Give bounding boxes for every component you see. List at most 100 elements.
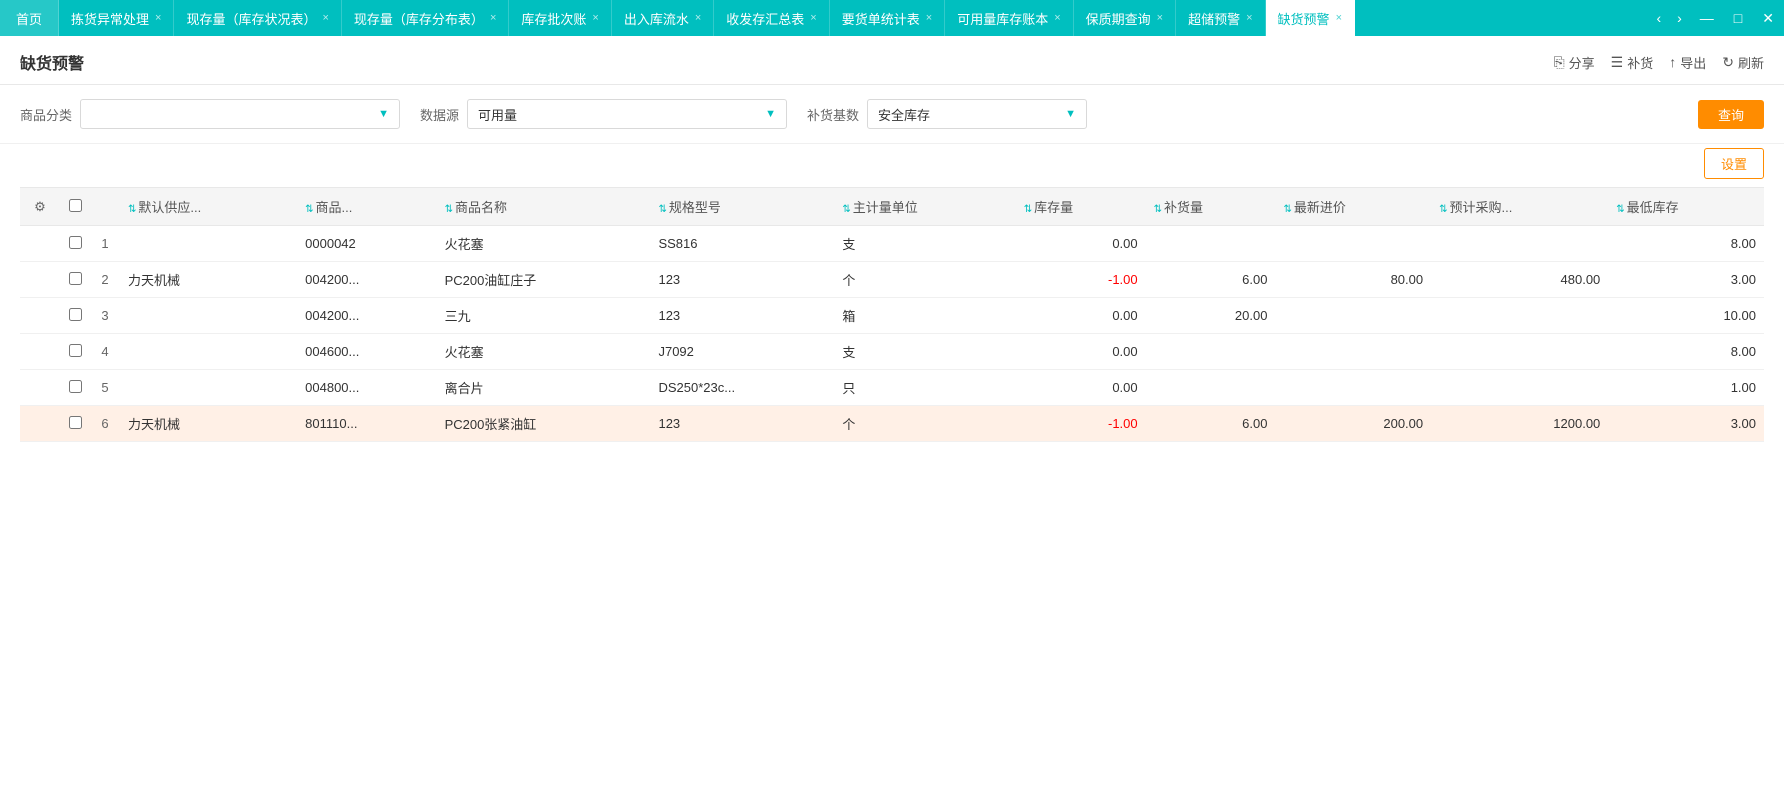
- tab-inventory-dist-close[interactable]: ×: [490, 12, 496, 24]
- window-maximize[interactable]: □: [1724, 0, 1752, 36]
- row-checkbox-cell[interactable]: [60, 226, 90, 262]
- row-checkbox-cell[interactable]: [60, 406, 90, 442]
- col-spec[interactable]: ⇅规格型号: [650, 188, 834, 226]
- sort-min-stock-icon: ⇅: [1616, 204, 1624, 215]
- col-replenish[interactable]: ⇅补货量: [1146, 188, 1276, 226]
- sort-spec-icon: ⇅: [658, 204, 666, 215]
- restock-select-value: 安全库存: [878, 105, 930, 124]
- tab-home[interactable]: 首页: [0, 0, 59, 36]
- row-checkbox[interactable]: [69, 272, 82, 285]
- datasource-label: 数据源: [420, 105, 459, 124]
- col-unit[interactable]: ⇅主计量单位: [834, 188, 1015, 226]
- col-est-purchase[interactable]: ⇅预计采购...: [1431, 188, 1608, 226]
- sort-latest-price-icon: ⇅: [1283, 204, 1291, 215]
- data-table-container: ⚙ ⇅默认供应... ⇅商品... ⇅商品名称 ⇅规格型号 ⇅主计量单位 ⇅库存…: [0, 187, 1784, 442]
- tab-inventory-dist-label: 现存量（库存分布表）: [354, 9, 484, 28]
- row-gear-cell: [20, 334, 60, 370]
- row-latest-price: [1275, 298, 1431, 334]
- tab-inout[interactable]: 出入库流水 ×: [612, 0, 714, 36]
- replenish-button[interactable]: ☰ 补货: [1611, 53, 1654, 72]
- replenish-label: 补货: [1627, 53, 1653, 72]
- row-latest-price: [1275, 226, 1431, 262]
- datasource-select-value: 可用量: [478, 105, 517, 124]
- tab-available-close[interactable]: ×: [1054, 12, 1060, 24]
- table-row[interactable]: 10000042火花塞SS816支0.008.00: [20, 226, 1764, 262]
- col-gear[interactable]: ⚙: [20, 188, 60, 226]
- row-stock: 0.00: [1016, 298, 1146, 334]
- nav-arrow-left[interactable]: ‹: [1648, 0, 1669, 36]
- tab-summary-label: 收发存汇总表: [726, 9, 804, 28]
- tab-inventory-status-close[interactable]: ×: [322, 12, 328, 24]
- row-supplier: [120, 226, 297, 262]
- col-min-stock[interactable]: ⇅最低库存: [1608, 188, 1764, 226]
- query-button[interactable]: 查询: [1698, 100, 1764, 129]
- row-checkbox-cell[interactable]: [60, 262, 90, 298]
- row-checkbox[interactable]: [69, 344, 82, 357]
- shortage-table: ⚙ ⇅默认供应... ⇅商品... ⇅商品名称 ⇅规格型号 ⇅主计量单位 ⇅库存…: [20, 187, 1764, 442]
- table-row[interactable]: 6力天机械801110...PC200张紧油缸123个-1.006.00200.…: [20, 406, 1764, 442]
- tab-inventory-status[interactable]: 现存量（库存状况表） ×: [174, 0, 341, 36]
- table-row[interactable]: 4004600...火花塞J7092支0.008.00: [20, 334, 1764, 370]
- tab-picking[interactable]: 拣货异常处理 ×: [59, 0, 174, 36]
- tab-order-stats-close[interactable]: ×: [926, 12, 932, 24]
- row-checkbox[interactable]: [69, 236, 82, 249]
- export-button[interactable]: ↑ 导出: [1669, 53, 1706, 72]
- window-close[interactable]: ✕: [1752, 0, 1784, 36]
- tab-shortage-close[interactable]: ×: [1336, 12, 1342, 24]
- row-unit: 个: [834, 406, 1015, 442]
- col-stock[interactable]: ⇅库存量: [1016, 188, 1146, 226]
- tab-expiry-close[interactable]: ×: [1157, 12, 1163, 24]
- tab-summary-close[interactable]: ×: [810, 12, 816, 24]
- category-select[interactable]: ▼: [80, 99, 400, 129]
- row-checkbox[interactable]: [69, 380, 82, 393]
- row-name: 离合片: [437, 370, 651, 406]
- table-row[interactable]: 3004200...三九123箱0.0020.0010.00: [20, 298, 1764, 334]
- tab-shortage-label: 缺货预警: [1278, 9, 1330, 28]
- refresh-button[interactable]: ↻ 刷新: [1722, 53, 1764, 72]
- datasource-select[interactable]: 可用量 ▼: [467, 99, 787, 129]
- row-stock: 0.00: [1016, 370, 1146, 406]
- tab-expiry[interactable]: 保质期查询 ×: [1074, 0, 1176, 36]
- col-checkbox-header[interactable]: [60, 188, 90, 226]
- col-code[interactable]: ⇅商品...: [297, 188, 436, 226]
- share-button[interactable]: ⎘ 分享: [1553, 53, 1594, 72]
- table-row[interactable]: 2力天机械004200...PC200油缸庄子123个-1.006.0080.0…: [20, 262, 1764, 298]
- nav-arrow-right[interactable]: ›: [1669, 0, 1690, 36]
- tab-overstock-close[interactable]: ×: [1246, 12, 1252, 24]
- tab-available[interactable]: 可用量库存账本 ×: [945, 0, 1073, 36]
- restock-select[interactable]: 安全库存 ▼: [867, 99, 1087, 129]
- row-latest-price: 200.00: [1275, 406, 1431, 442]
- nav-arrow-controls: ‹ › — □ ✕: [1648, 0, 1784, 36]
- row-est-purchase: 1200.00: [1431, 406, 1608, 442]
- table-row[interactable]: 5004800...离合片DS250*23c...只0.001.00: [20, 370, 1764, 406]
- tab-overstock[interactable]: 超储预警 ×: [1176, 0, 1265, 36]
- row-unit: 只: [834, 370, 1015, 406]
- row-checkbox-cell[interactable]: [60, 298, 90, 334]
- tab-picking-close[interactable]: ×: [155, 12, 161, 24]
- select-all-checkbox[interactable]: [69, 199, 82, 212]
- tab-inventory-dist[interactable]: 现存量（库存分布表） ×: [342, 0, 509, 36]
- row-checkbox-cell[interactable]: [60, 370, 90, 406]
- tab-batch-close[interactable]: ×: [592, 12, 598, 24]
- row-checkbox[interactable]: [69, 308, 82, 321]
- gear-settings-icon[interactable]: ⚙: [34, 199, 46, 214]
- row-name: PC200油缸庄子: [437, 262, 651, 298]
- row-checkbox[interactable]: [69, 416, 82, 429]
- col-supplier[interactable]: ⇅默认供应...: [120, 188, 297, 226]
- row-supplier: 力天机械: [120, 262, 297, 298]
- col-name[interactable]: ⇅商品名称: [437, 188, 651, 226]
- tab-summary[interactable]: 收发存汇总表 ×: [714, 0, 829, 36]
- row-checkbox-cell[interactable]: [60, 334, 90, 370]
- row-gear-cell: [20, 370, 60, 406]
- tab-order-stats[interactable]: 要货单统计表 ×: [830, 0, 945, 36]
- row-latest-price: [1275, 370, 1431, 406]
- sort-supplier-icon: ⇅: [128, 204, 136, 215]
- tab-inout-close[interactable]: ×: [695, 12, 701, 24]
- col-supplier-label: 默认供应...: [138, 200, 201, 215]
- tab-batch[interactable]: 库存批次账 ×: [509, 0, 611, 36]
- settings-button[interactable]: 设置: [1704, 148, 1764, 179]
- table-body: 10000042火花塞SS816支0.008.002力天机械004200...P…: [20, 226, 1764, 442]
- tab-shortage[interactable]: 缺货预警 ×: [1266, 0, 1355, 36]
- window-minimize[interactable]: —: [1690, 0, 1724, 36]
- col-latest-price[interactable]: ⇅最新进价: [1275, 188, 1431, 226]
